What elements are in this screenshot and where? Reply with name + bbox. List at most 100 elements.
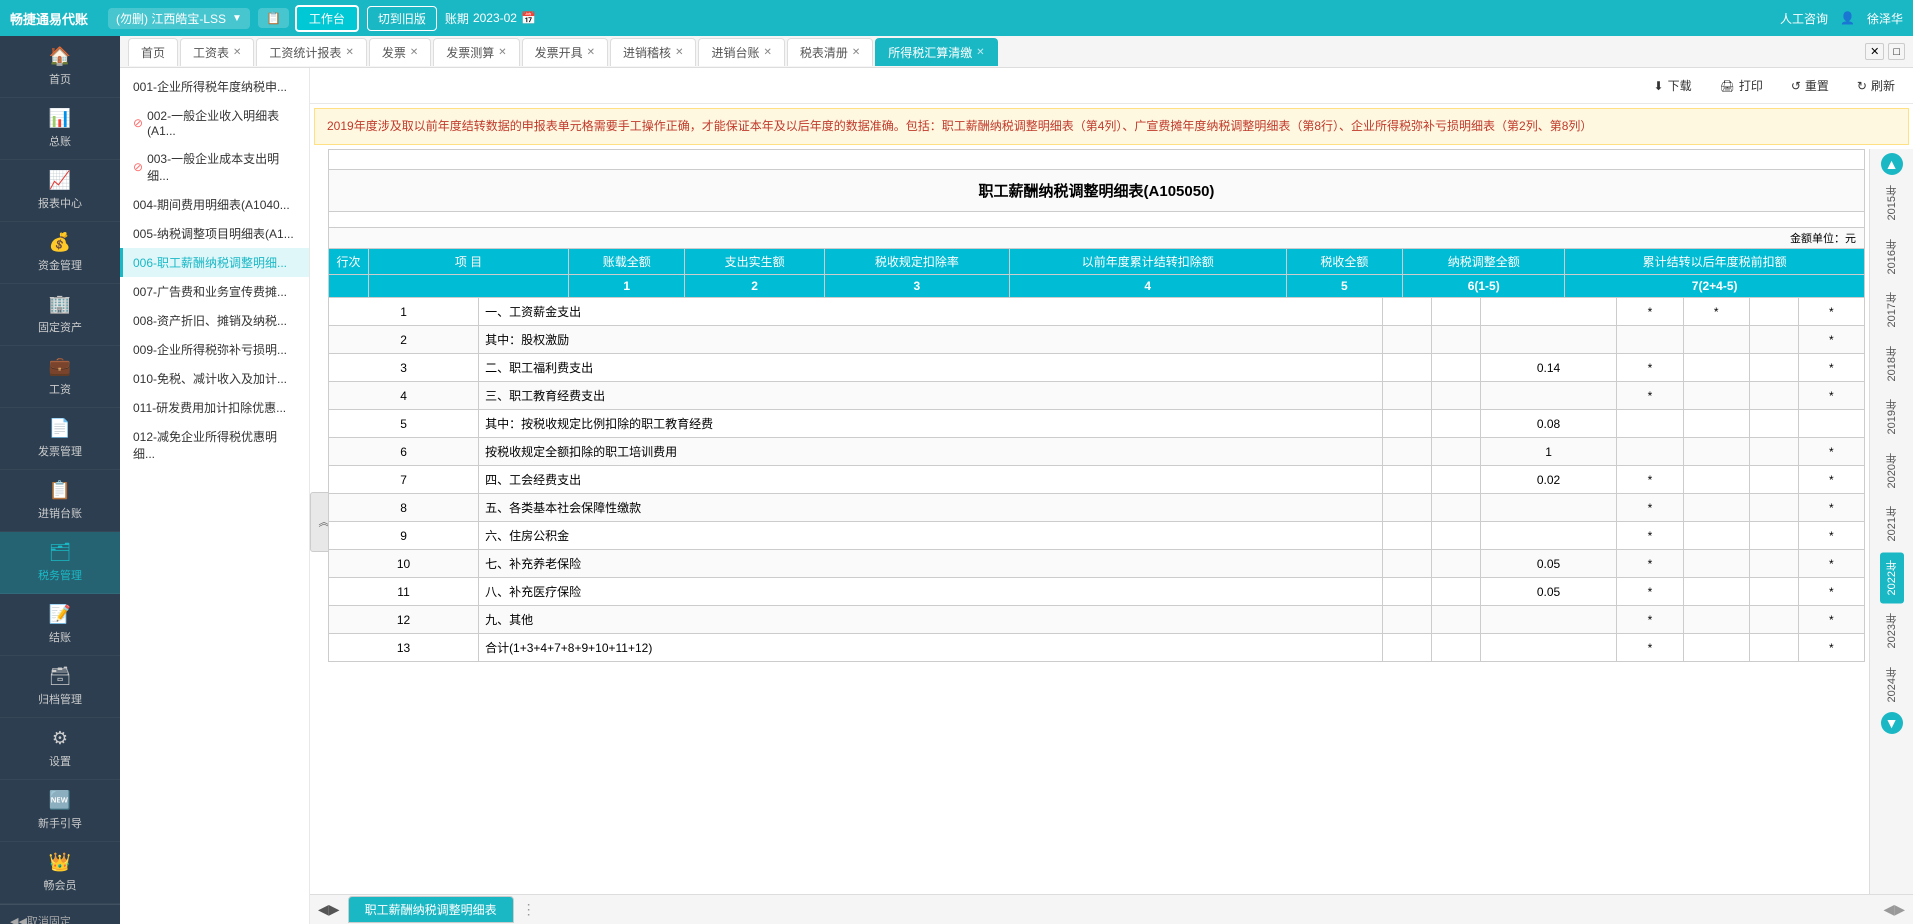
sidebar-item-invoice[interactable]: 📄 发票管理 xyxy=(0,408,120,470)
sidebar-item-funds[interactable]: 💰 资金管理 xyxy=(0,222,120,284)
year-2017[interactable]: 2017年 xyxy=(1880,284,1904,335)
table-cell[interactable] xyxy=(1683,382,1749,410)
table-cell[interactable]: * xyxy=(1798,438,1864,466)
table-cell[interactable] xyxy=(1683,438,1749,466)
company-selector[interactable]: (勿删) 江西皓宝-LSS ▼ xyxy=(108,8,250,29)
sidebar-item-member[interactable]: 👑 畅会员 xyxy=(0,842,120,904)
table-cell[interactable] xyxy=(1383,606,1432,634)
table-cell[interactable] xyxy=(1683,354,1749,382)
table-cell[interactable]: 六、住房公积金 xyxy=(479,522,1383,550)
sidebar-item-ledger[interactable]: 📊 总账 xyxy=(0,98,120,160)
close-all-tabs-btn[interactable]: ✕ xyxy=(1865,43,1884,60)
table-cell[interactable] xyxy=(1432,634,1481,662)
table-cell[interactable]: 0.05 xyxy=(1480,578,1616,606)
table-cell[interactable] xyxy=(1383,298,1432,326)
table-cell[interactable]: 七、补充养老保险 xyxy=(479,550,1383,578)
table-cell[interactable] xyxy=(1383,578,1432,606)
table-cell[interactable]: 0.05 xyxy=(1480,550,1616,578)
table-cell[interactable] xyxy=(1432,494,1481,522)
table-cell[interactable] xyxy=(1480,634,1616,662)
table-cell[interactable]: 0.02 xyxy=(1480,466,1616,494)
sidebar-item-reports[interactable]: 📈 报表中心 xyxy=(0,160,120,222)
year-nav-up-btn[interactable]: ▲ xyxy=(1881,153,1903,175)
close-tab-purchase-audit[interactable]: ✕ xyxy=(675,47,683,58)
sidebar-item-purchase-sales[interactable]: 📋 进销台账 xyxy=(0,470,120,532)
table-cell[interactable] xyxy=(1749,438,1798,466)
table-cell[interactable] xyxy=(1683,578,1749,606)
scroll-table-left-btn[interactable]: ◀ xyxy=(1883,901,1894,918)
table-cell[interactable] xyxy=(1383,354,1432,382)
left-menu-007[interactable]: 007-广告费和业务宣传费摊... xyxy=(120,277,309,306)
table-cell[interactable] xyxy=(1432,466,1481,494)
table-cell[interactable] xyxy=(1617,438,1683,466)
year-2021[interactable]: 2021年 xyxy=(1880,498,1904,549)
year-2020[interactable]: 2020年 xyxy=(1880,445,1904,496)
table-container[interactable]: 职工薪酬纳税调整明细表(A105050) 金额单位：元 xyxy=(324,149,1869,894)
table-cell[interactable]: 其中：按税收规定比例扣除的职工教育经费 xyxy=(479,410,1383,438)
close-tab-purchase-ledger[interactable]: ✕ xyxy=(763,47,771,58)
scroll-left-btn[interactable]: ◀ xyxy=(318,901,329,918)
left-menu-005[interactable]: 005-纳税调整项目明细表(A1... xyxy=(120,219,309,248)
more-sheets-btn[interactable]: ⋮ xyxy=(522,901,536,918)
table-cell[interactable]: 0.08 xyxy=(1480,410,1616,438)
tab-purchase-audit[interactable]: 进销稽核 ✕ xyxy=(610,38,696,66)
tab-payroll[interactable]: 工资表 ✕ xyxy=(180,38,254,66)
tab-purchase-ledger[interactable]: 进销台账 ✕ xyxy=(698,38,784,66)
table-cell[interactable]: 8 xyxy=(329,494,479,522)
cancel-fixed-btn[interactable]: ◀◀ 取消固定 xyxy=(0,905,120,924)
table-cell[interactable]: 3 xyxy=(329,354,479,382)
table-cell[interactable]: * xyxy=(1798,634,1864,662)
table-cell[interactable] xyxy=(1617,326,1683,354)
table-cell[interactable]: 合计(1+3+4+7+8+9+10+11+12) xyxy=(479,634,1383,662)
table-cell[interactable]: 0.14 xyxy=(1480,354,1616,382)
table-cell[interactable]: * xyxy=(1617,494,1683,522)
table-cell[interactable] xyxy=(1683,522,1749,550)
close-tab-payroll-stats[interactable]: ✕ xyxy=(345,47,353,58)
tab-invoice-calc[interactable]: 发票测算 ✕ xyxy=(433,38,519,66)
close-tab-tax-register[interactable]: ✕ xyxy=(852,47,860,58)
table-cell[interactable]: 7 xyxy=(329,466,479,494)
sidebar-item-newbie[interactable]: 🆕 新手引导 xyxy=(0,780,120,842)
table-cell[interactable]: 11 xyxy=(329,578,479,606)
tab-home[interactable]: 首页 xyxy=(128,38,178,66)
left-menu-010[interactable]: 010-免税、减计收入及加计... xyxy=(120,364,309,393)
table-cell[interactable]: 1 xyxy=(1480,438,1616,466)
table-cell[interactable]: 13 xyxy=(329,634,479,662)
table-cell[interactable]: 其中：股权激励 xyxy=(479,326,1383,354)
table-cell[interactable] xyxy=(1480,494,1616,522)
maximize-btn[interactable]: □ xyxy=(1888,43,1905,60)
tab-income-tax[interactable]: 所得税汇算清缴 ✕ xyxy=(875,38,997,66)
bottom-tab-salary-adjust[interactable]: 职工薪酬纳税调整明细表 xyxy=(348,896,514,923)
table-cell[interactable] xyxy=(1383,466,1432,494)
left-menu-008[interactable]: 008-资产折旧、摊销及纳税... xyxy=(120,306,309,335)
table-cell[interactable]: 四、工会经费支出 xyxy=(479,466,1383,494)
table-cell[interactable] xyxy=(1383,522,1432,550)
table-cell[interactable]: 1 xyxy=(329,298,479,326)
table-cell[interactable] xyxy=(1432,326,1481,354)
table-cell[interactable]: * xyxy=(1617,298,1683,326)
table-cell[interactable]: 三、职工教育经费支出 xyxy=(479,382,1383,410)
sidebar-item-archive[interactable]: 🗃 归档管理 xyxy=(0,656,120,718)
year-2019[interactable]: 2019年 xyxy=(1880,391,1904,442)
year-2018[interactable]: 2018年 xyxy=(1880,338,1904,389)
table-cell[interactable] xyxy=(1683,326,1749,354)
reset-button[interactable]: ↺ 重置 xyxy=(1785,74,1835,97)
table-cell[interactable]: 9 xyxy=(329,522,479,550)
table-cell[interactable]: * xyxy=(1798,494,1864,522)
table-cell[interactable]: 二、职工福利费支出 xyxy=(479,354,1383,382)
tab-invoice[interactable]: 发票 ✕ xyxy=(369,38,431,66)
table-cell[interactable] xyxy=(1683,410,1749,438)
table-cell[interactable] xyxy=(1749,410,1798,438)
table-cell[interactable] xyxy=(1383,634,1432,662)
table-cell[interactable]: * xyxy=(1617,354,1683,382)
year-2016[interactable]: 2016年 xyxy=(1880,231,1904,282)
print-button[interactable]: 🖨 打印 xyxy=(1714,74,1769,97)
table-cell[interactable]: * xyxy=(1617,634,1683,662)
table-cell[interactable]: 5 xyxy=(329,410,479,438)
table-cell[interactable]: * xyxy=(1798,578,1864,606)
calendar-icon-btn[interactable]: 📋 xyxy=(258,8,289,28)
table-cell[interactable] xyxy=(1383,438,1432,466)
table-cell[interactable] xyxy=(1749,578,1798,606)
table-cell[interactable]: * xyxy=(1617,550,1683,578)
table-cell[interactable]: * xyxy=(1798,522,1864,550)
